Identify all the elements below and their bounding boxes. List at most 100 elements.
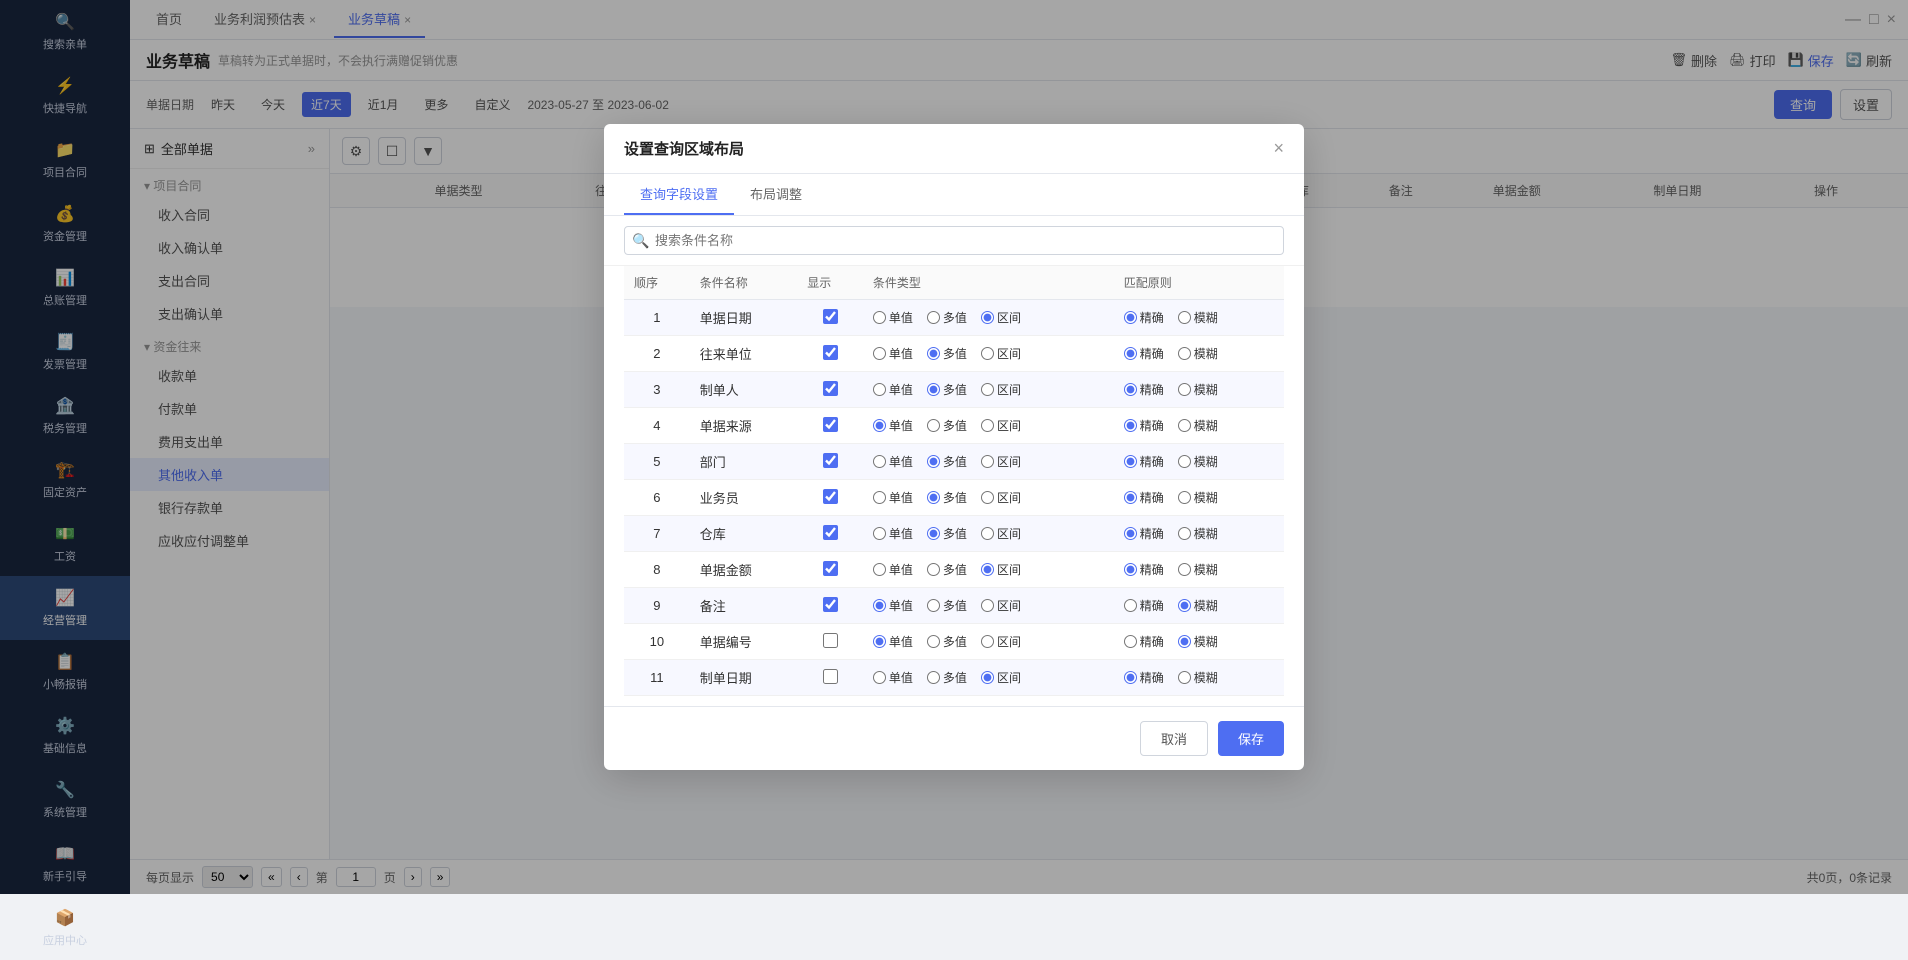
match-fuzzy-label-6[interactable]: 模糊: [1178, 525, 1218, 542]
dialog-search-input[interactable]: [624, 226, 1284, 255]
row-show-checkbox-2[interactable]: [823, 381, 838, 396]
type-multi-label-7[interactable]: 多值: [927, 561, 967, 578]
match-fuzzy-radio-2[interactable]: [1178, 383, 1191, 396]
type-multi-radio-7[interactable]: [927, 563, 940, 576]
type-range-label-3[interactable]: 区间: [981, 417, 1021, 434]
row-show-checkbox-8[interactable]: [823, 597, 838, 612]
type-single-label-6[interactable]: 单值: [873, 525, 913, 542]
match-exact-label-10[interactable]: 精确: [1124, 669, 1164, 686]
match-fuzzy-label-3[interactable]: 模糊: [1178, 417, 1218, 434]
cancel-button[interactable]: 取消: [1140, 721, 1208, 756]
type-range-label-4[interactable]: 区间: [981, 453, 1021, 470]
dialog-tab-query-fields[interactable]: 查询字段设置: [624, 174, 734, 215]
type-multi-label-9[interactable]: 多值: [927, 633, 967, 650]
type-multi-radio-2[interactable]: [927, 383, 940, 396]
type-single-radio-5[interactable]: [873, 491, 886, 504]
match-fuzzy-radio-8[interactable]: [1178, 599, 1191, 612]
match-exact-radio-8[interactable]: [1124, 599, 1137, 612]
match-exact-label-9[interactable]: 精确: [1124, 633, 1164, 650]
type-multi-radio-3[interactable]: [927, 419, 940, 432]
row-show-checkbox-6[interactable]: [823, 525, 838, 540]
type-multi-label-6[interactable]: 多值: [927, 525, 967, 542]
type-multi-label-5[interactable]: 多值: [927, 489, 967, 506]
type-single-label-1[interactable]: 单值: [873, 345, 913, 362]
match-fuzzy-label-10[interactable]: 模糊: [1178, 669, 1218, 686]
type-range-label-0[interactable]: 区间: [981, 309, 1021, 326]
type-range-label-5[interactable]: 区间: [981, 489, 1021, 506]
type-single-label-8[interactable]: 单值: [873, 597, 913, 614]
type-range-radio-3[interactable]: [981, 419, 994, 432]
type-range-radio-4[interactable]: [981, 455, 994, 468]
type-multi-radio-5[interactable]: [927, 491, 940, 504]
type-range-label-6[interactable]: 区间: [981, 525, 1021, 542]
type-range-radio-10[interactable]: [981, 671, 994, 684]
match-fuzzy-radio-1[interactable]: [1178, 347, 1191, 360]
dialog-tab-layout[interactable]: 布局调整: [734, 174, 818, 215]
type-range-radio-0[interactable]: [981, 311, 994, 324]
match-fuzzy-label-1[interactable]: 模糊: [1178, 345, 1218, 362]
type-range-radio-2[interactable]: [981, 383, 994, 396]
match-exact-radio-10[interactable]: [1124, 671, 1137, 684]
row-show-checkbox-5[interactable]: [823, 489, 838, 504]
match-fuzzy-label-8[interactable]: 模糊: [1178, 597, 1218, 614]
type-multi-label-1[interactable]: 多值: [927, 345, 967, 362]
row-show-checkbox-9[interactable]: [823, 633, 838, 648]
type-single-radio-3[interactable]: [873, 419, 886, 432]
type-single-label-4[interactable]: 单值: [873, 453, 913, 470]
type-multi-label-10[interactable]: 多值: [927, 669, 967, 686]
type-single-label-5[interactable]: 单值: [873, 489, 913, 506]
match-fuzzy-label-2[interactable]: 模糊: [1178, 381, 1218, 398]
type-single-radio-7[interactable]: [873, 563, 886, 576]
match-exact-radio-2[interactable]: [1124, 383, 1137, 396]
match-exact-radio-7[interactable]: [1124, 563, 1137, 576]
match-fuzzy-radio-10[interactable]: [1178, 671, 1191, 684]
row-show-checkbox-7[interactable]: [823, 561, 838, 576]
type-range-radio-7[interactable]: [981, 563, 994, 576]
type-range-label-9[interactable]: 区间: [981, 633, 1021, 650]
type-single-radio-2[interactable]: [873, 383, 886, 396]
row-show-checkbox-3[interactable]: [823, 417, 838, 432]
match-fuzzy-label-5[interactable]: 模糊: [1178, 489, 1218, 506]
type-single-label-10[interactable]: 单值: [873, 669, 913, 686]
match-exact-label-8[interactable]: 精确: [1124, 597, 1164, 614]
type-single-radio-10[interactable]: [873, 671, 886, 684]
match-exact-label-1[interactable]: 精确: [1124, 345, 1164, 362]
type-single-label-7[interactable]: 单值: [873, 561, 913, 578]
type-multi-label-2[interactable]: 多值: [927, 381, 967, 398]
type-single-radio-1[interactable]: [873, 347, 886, 360]
match-fuzzy-label-4[interactable]: 模糊: [1178, 453, 1218, 470]
type-range-radio-9[interactable]: [981, 635, 994, 648]
sidebar-item-apps[interactable]: 📦应用中心: [0, 896, 130, 960]
save-dialog-button[interactable]: 保存: [1218, 721, 1284, 756]
type-multi-radio-0[interactable]: [927, 311, 940, 324]
match-exact-label-4[interactable]: 精确: [1124, 453, 1164, 470]
type-single-label-0[interactable]: 单值: [873, 309, 913, 326]
type-range-radio-8[interactable]: [981, 599, 994, 612]
type-range-label-8[interactable]: 区间: [981, 597, 1021, 614]
type-multi-radio-4[interactable]: [927, 455, 940, 468]
match-exact-label-7[interactable]: 精确: [1124, 561, 1164, 578]
match-exact-label-5[interactable]: 精确: [1124, 489, 1164, 506]
type-single-radio-4[interactable]: [873, 455, 886, 468]
type-single-label-2[interactable]: 单值: [873, 381, 913, 398]
type-range-label-1[interactable]: 区间: [981, 345, 1021, 362]
match-fuzzy-radio-6[interactable]: [1178, 527, 1191, 540]
match-exact-radio-9[interactable]: [1124, 635, 1137, 648]
type-multi-label-3[interactable]: 多值: [927, 417, 967, 434]
match-exact-label-0[interactable]: 精确: [1124, 309, 1164, 326]
match-exact-label-2[interactable]: 精确: [1124, 381, 1164, 398]
row-show-checkbox-4[interactable]: [823, 453, 838, 468]
match-exact-radio-6[interactable]: [1124, 527, 1137, 540]
match-fuzzy-radio-7[interactable]: [1178, 563, 1191, 576]
type-multi-radio-1[interactable]: [927, 347, 940, 360]
match-exact-label-6[interactable]: 精确: [1124, 525, 1164, 542]
row-show-checkbox-10[interactable]: [823, 669, 838, 684]
match-exact-radio-3[interactable]: [1124, 419, 1137, 432]
type-multi-label-8[interactable]: 多值: [927, 597, 967, 614]
row-show-checkbox-1[interactable]: [823, 345, 838, 360]
row-show-checkbox-0[interactable]: [823, 309, 838, 324]
match-exact-radio-5[interactable]: [1124, 491, 1137, 504]
type-multi-label-4[interactable]: 多值: [927, 453, 967, 470]
type-range-radio-6[interactable]: [981, 527, 994, 540]
match-fuzzy-radio-0[interactable]: [1178, 311, 1191, 324]
